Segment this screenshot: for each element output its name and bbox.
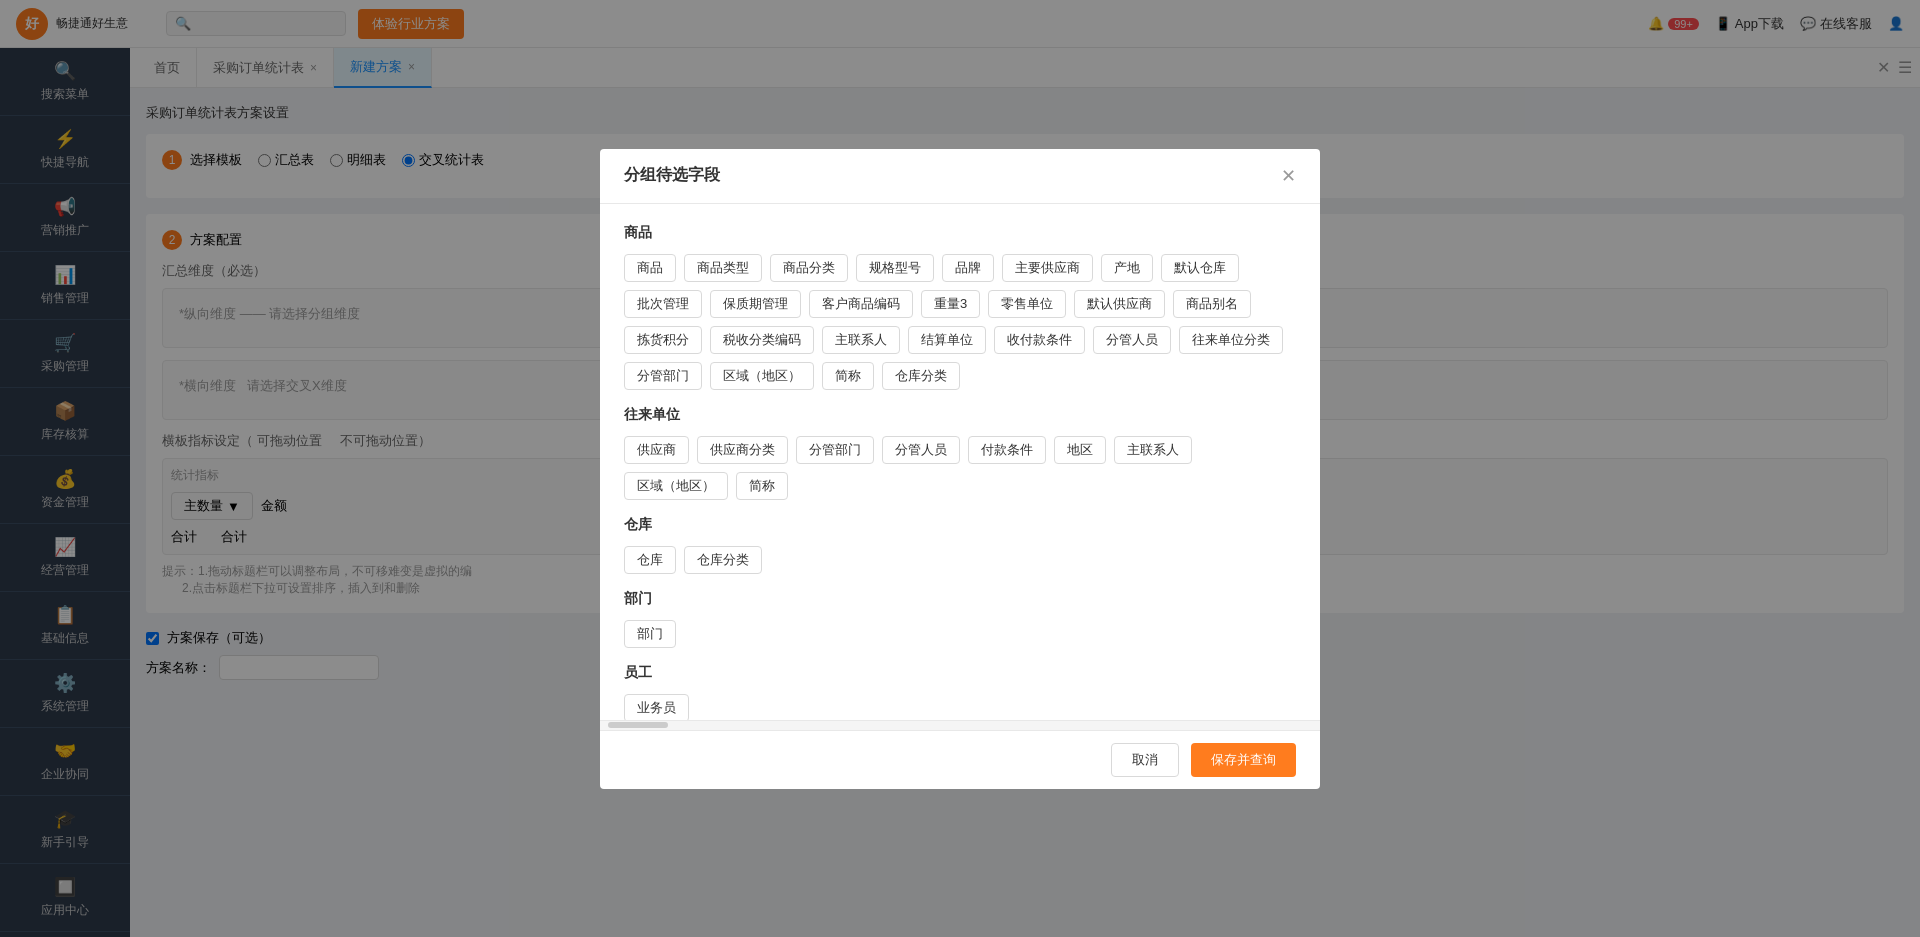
field-tag[interactable]: 重量3 bbox=[921, 290, 980, 318]
field-tag[interactable]: 主联系人 bbox=[822, 326, 900, 354]
field-tag[interactable]: 区域（地区） bbox=[624, 472, 728, 500]
field-tag[interactable]: 部门 bbox=[624, 620, 676, 648]
field-tag[interactable]: 业务员 bbox=[624, 694, 689, 720]
field-tag[interactable]: 仓库分类 bbox=[882, 362, 960, 390]
tags-grid: 供应商供应商分类分管部门分管人员付款条件地区主联系人区域（地区） 简称 bbox=[624, 436, 1296, 500]
modal-header: 分组待选字段 ✕ bbox=[600, 149, 1320, 204]
tags-grid: 仓库仓库分类 bbox=[624, 546, 1296, 574]
field-tag[interactable]: 拣货积分 bbox=[624, 326, 702, 354]
field-tag[interactable]: 规格型号 bbox=[856, 254, 934, 282]
field-select-modal: 分组待选字段 ✕ 商品商品商品类型商品分类规格型号品牌主要供应商产地默认仓库批次… bbox=[600, 149, 1320, 789]
field-tag[interactable]: 往来单位分类 bbox=[1179, 326, 1283, 354]
field-tag[interactable]: 供应商分类 bbox=[697, 436, 788, 464]
field-tag[interactable]: 区域（地区） bbox=[710, 362, 814, 390]
tags-grid: 业务员 bbox=[624, 694, 1296, 720]
field-tag[interactable]: 批次管理 bbox=[624, 290, 702, 318]
field-tag[interactable]: 分管部门 bbox=[624, 362, 702, 390]
field-tag[interactable]: 默认供应商 bbox=[1074, 290, 1165, 318]
field-tag[interactable]: 收付款条件 bbox=[994, 326, 1085, 354]
field-tag[interactable]: 商品类型 bbox=[684, 254, 762, 282]
field-tag[interactable]: 商品 bbox=[624, 254, 676, 282]
field-tag[interactable]: 结算单位 bbox=[908, 326, 986, 354]
modal-footer: 取消 保存并查询 bbox=[600, 730, 1320, 789]
field-tag[interactable]: 地区 bbox=[1054, 436, 1106, 464]
field-tag[interactable]: 客户商品编码 bbox=[809, 290, 913, 318]
section-title: 员工 bbox=[624, 664, 1296, 682]
field-tag[interactable]: 简称 bbox=[736, 472, 788, 500]
field-tag[interactable]: 分管部门 bbox=[796, 436, 874, 464]
confirm-button[interactable]: 保存并查询 bbox=[1191, 743, 1296, 777]
hscroll-thumb bbox=[608, 722, 668, 728]
field-tag[interactable]: 分管人员 bbox=[882, 436, 960, 464]
field-tag[interactable]: 分管人员 bbox=[1093, 326, 1171, 354]
field-tag[interactable]: 仓库 bbox=[624, 546, 676, 574]
field-tag[interactable]: 仓库分类 bbox=[684, 546, 762, 574]
modal-body: 商品商品商品类型商品分类规格型号品牌主要供应商产地默认仓库批次管理保质期管理客户… bbox=[600, 204, 1320, 720]
modal-title: 分组待选字段 bbox=[624, 165, 720, 186]
field-tag[interactable]: 主要供应商 bbox=[1002, 254, 1093, 282]
field-tag[interactable]: 零售单位 bbox=[988, 290, 1066, 318]
field-tag[interactable]: 保质期管理 bbox=[710, 290, 801, 318]
field-tag[interactable]: 主联系人 bbox=[1114, 436, 1192, 464]
tags-grid: 部门 bbox=[624, 620, 1296, 648]
modal-close-btn[interactable]: ✕ bbox=[1281, 165, 1296, 187]
field-tag[interactable]: 简称 bbox=[822, 362, 874, 390]
cancel-button[interactable]: 取消 bbox=[1111, 743, 1179, 777]
section-title: 商品 bbox=[624, 224, 1296, 242]
field-tag[interactable]: 产地 bbox=[1101, 254, 1153, 282]
tags-grid: 商品商品类型商品分类规格型号品牌主要供应商产地默认仓库批次管理保质期管理客户商品… bbox=[624, 254, 1296, 390]
section-title: 往来单位 bbox=[624, 406, 1296, 424]
field-tag[interactable]: 品牌 bbox=[942, 254, 994, 282]
section-title: 仓库 bbox=[624, 516, 1296, 534]
modal-hscroll[interactable] bbox=[600, 720, 1320, 730]
field-tag[interactable]: 默认仓库 bbox=[1161, 254, 1239, 282]
field-tag[interactable]: 税收分类编码 bbox=[710, 326, 814, 354]
modal-overlay: 分组待选字段 ✕ 商品商品商品类型商品分类规格型号品牌主要供应商产地默认仓库批次… bbox=[0, 0, 1920, 937]
field-tag[interactable]: 商品分类 bbox=[770, 254, 848, 282]
field-tag[interactable]: 商品别名 bbox=[1173, 290, 1251, 318]
field-tag[interactable]: 供应商 bbox=[624, 436, 689, 464]
field-tag[interactable]: 付款条件 bbox=[968, 436, 1046, 464]
section-title: 部门 bbox=[624, 590, 1296, 608]
